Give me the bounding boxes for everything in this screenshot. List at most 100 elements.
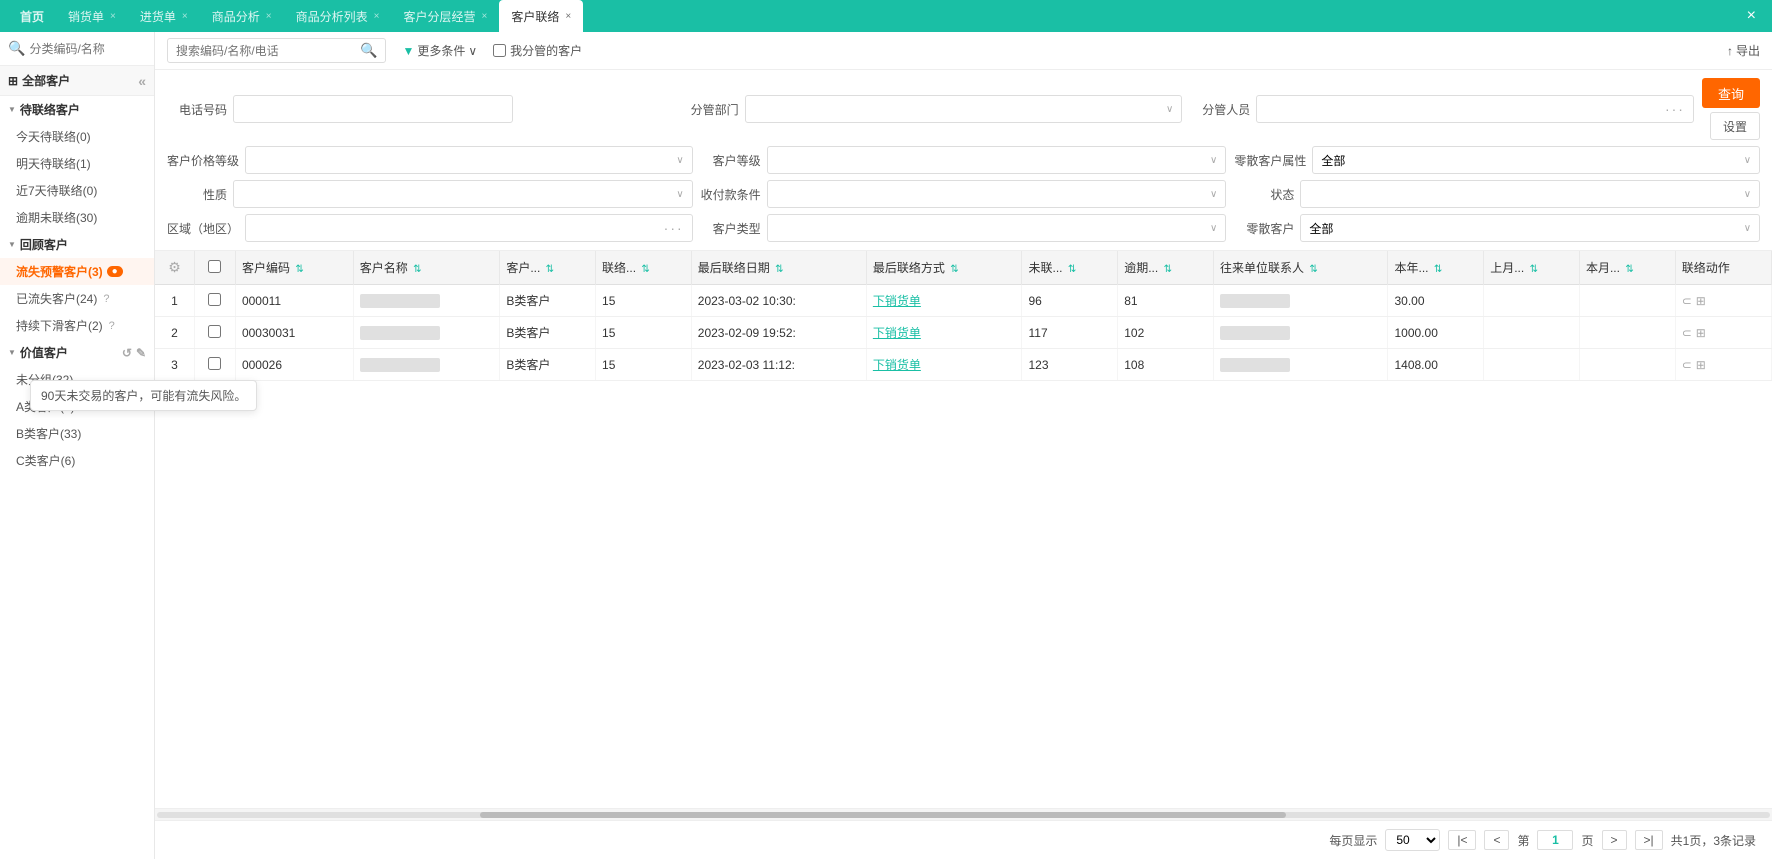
filter-status: 状态 ∨ <box>1234 180 1760 208</box>
filter-status-select[interactable]: ∨ <box>1300 180 1760 208</box>
row-actions[interactable]: ⊂⊞ <box>1675 285 1771 317</box>
col-name[interactable]: 客户名称 ⇅ <box>353 251 500 285</box>
search-input[interactable] <box>176 44 356 58</box>
sidebar-group-value[interactable]: ▼ 价值客户 ↺ ✎ <box>0 339 154 366</box>
col-last-contact-way[interactable]: 最后联络方式 ⇅ <box>866 251 1022 285</box>
refresh-icon[interactable]: ↺ <box>122 346 132 360</box>
filter-phone-input[interactable] <box>233 95 513 123</box>
sidebar-item-class-c[interactable]: C类客户(6) <box>0 447 154 474</box>
col-type[interactable]: 客户... ⇅ <box>500 251 596 285</box>
sidebar-item-churned[interactable]: 已流失客户(24) ? <box>0 285 154 312</box>
col-this-year[interactable]: 本年... ⇅ <box>1388 251 1484 285</box>
sidebar-item-tomorrow[interactable]: 明天待联络(1) <box>0 150 154 177</box>
col-code[interactable]: 客户编码 ⇅ <box>235 251 353 285</box>
tab-product-analysis[interactable]: 商品分析 × <box>200 0 284 32</box>
sidebar-item-overdue[interactable]: 逾期未联络(30) <box>0 204 154 231</box>
row-last-contact-way[interactable]: 下销货单 <box>866 349 1022 381</box>
sidebar-group-pending[interactable]: ▼ 待联络客户 <box>0 96 154 123</box>
close-icon[interactable]: × <box>565 11 571 22</box>
menu-icon[interactable]: ⊞ <box>1696 358 1706 372</box>
col-last-month[interactable]: 上月... ⇅ <box>1484 251 1580 285</box>
collapse-icon[interactable]: « <box>138 73 146 89</box>
link-icon[interactable]: ⊂ <box>1682 358 1692 372</box>
more-filter-button[interactable]: ▼ 更多条件 ∨ <box>394 39 485 62</box>
sidebar-group-review[interactable]: ▼ 回顾客户 <box>0 231 154 258</box>
filter-customer-grade-select[interactable]: ∨ <box>767 146 1227 174</box>
row-actions[interactable]: ⊂⊞ <box>1675 317 1771 349</box>
filter-dept-select[interactable]: ∨ <box>745 95 1183 123</box>
gear-icon[interactable]: ⚙ <box>168 259 181 275</box>
filter-price-grade-select[interactable]: ∨ <box>245 146 693 174</box>
first-page-button[interactable]: |< <box>1448 830 1476 850</box>
more-icon[interactable]: ··· <box>1665 101 1685 117</box>
sidebar-item-churn-warning[interactable]: 流失预警客户(3) ● <box>0 258 154 285</box>
close-all-button[interactable]: × <box>1739 7 1764 25</box>
next-page-button[interactable]: > <box>1602 830 1627 850</box>
more-icon[interactable]: ··· <box>664 220 684 236</box>
sidebar-item-today[interactable]: 今天待联络(0) <box>0 123 154 150</box>
row-checkbox-input[interactable] <box>208 325 221 338</box>
export-button[interactable]: ↑ 导出 <box>1727 42 1760 59</box>
col-this-month[interactable]: 本月... ⇅ <box>1579 251 1675 285</box>
link-icon[interactable]: ⊂ <box>1682 294 1692 308</box>
tab-purchase[interactable]: 进货单 × <box>128 0 200 32</box>
edit-icon[interactable]: ✎ <box>136 346 146 360</box>
row-last-contact-way[interactable]: 下销货单 <box>866 285 1022 317</box>
tab-home[interactable]: 首页 <box>8 0 56 32</box>
last-page-button[interactable]: >| <box>1635 830 1663 850</box>
my-customers-checkbox-input[interactable] <box>493 44 506 57</box>
col-unit-contacts[interactable]: 往来单位联系人 ⇅ <box>1213 251 1388 285</box>
tab-product-analysis-list[interactable]: 商品分析列表 × <box>284 0 392 32</box>
scroll-thumb[interactable] <box>480 812 1287 818</box>
sidebar-search-input[interactable] <box>29 42 155 56</box>
sidebar-item-class-b[interactable]: B类客户(33) <box>0 420 154 447</box>
filter-retail-attr-select[interactable]: 全部 ∨ <box>1312 146 1760 174</box>
link-icon[interactable]: ⊂ <box>1682 326 1692 340</box>
horizontal-scrollbar[interactable] <box>155 808 1772 820</box>
row-checkbox[interactable] <box>194 349 235 381</box>
close-icon[interactable]: × <box>374 11 380 22</box>
col-not-contacted[interactable]: 未联... ⇅ <box>1022 251 1118 285</box>
close-icon[interactable]: × <box>182 11 188 22</box>
row-checkbox[interactable] <box>194 285 235 317</box>
menu-icon[interactable]: ⊞ <box>1696 326 1706 340</box>
sidebar-item-declining[interactable]: 持续下滑客户(2) ? <box>0 312 154 339</box>
close-icon[interactable]: × <box>110 11 116 22</box>
filter-customer-type-select[interactable]: ∨ <box>767 214 1227 242</box>
contact-way-link[interactable]: 下销货单 <box>873 358 921 372</box>
col-contact[interactable]: 联络... ⇅ <box>596 251 692 285</box>
query-button[interactable]: 查询 <box>1702 78 1760 108</box>
contact-way-link[interactable]: 下销货单 <box>873 326 921 340</box>
prev-page-button[interactable]: < <box>1484 830 1509 850</box>
row-checkbox-input[interactable] <box>208 293 221 306</box>
close-icon[interactable]: × <box>266 11 272 22</box>
filter-manager-select[interactable]: ··· <box>1256 95 1694 123</box>
settings-button[interactable]: 设置 <box>1710 112 1760 140</box>
tab-customer-contact[interactable]: 客户联络 × <box>499 0 583 32</box>
menu-icon[interactable]: ⊞ <box>1696 294 1706 308</box>
filter-payment-select[interactable]: ∨ <box>767 180 1227 208</box>
row-last-contact-way[interactable]: 下销货单 <box>866 317 1022 349</box>
page-number-input[interactable] <box>1537 830 1573 850</box>
sidebar-search-bar[interactable]: 🔍 <box>0 32 154 66</box>
filter-retail-select[interactable]: 全部 ∨ <box>1300 214 1760 242</box>
filter-nature-select[interactable]: ∨ <box>233 180 693 208</box>
row-actions[interactable]: ⊂⊞ <box>1675 349 1771 381</box>
my-customers-checkbox[interactable]: 我分管的客户 <box>493 42 582 59</box>
search-icon[interactable]: 🔍 <box>360 42 377 59</box>
per-page-select[interactable]: 50 100 200 <box>1385 829 1440 851</box>
select-all-checkbox[interactable] <box>208 260 221 273</box>
sidebar-item-7days[interactable]: 近7天待联络(0) <box>0 177 154 204</box>
filter-region-select[interactable]: ··· <box>245 214 693 242</box>
col-last-contact-date[interactable]: 最后联络日期 ⇅ <box>691 251 866 285</box>
row-checkbox[interactable] <box>194 317 235 349</box>
row-checkbox-input[interactable] <box>208 357 221 370</box>
col-checkbox[interactable] <box>194 251 235 285</box>
all-customers-header[interactable]: ⊞ 全部客户 « <box>0 66 154 96</box>
tab-sales[interactable]: 销货单 × <box>56 0 128 32</box>
col-overdue[interactable]: 逾期... ⇅ <box>1118 251 1214 285</box>
close-icon[interactable]: × <box>481 11 487 22</box>
contact-way-link[interactable]: 下销货单 <box>873 294 921 308</box>
tab-customer-layer[interactable]: 客户分层经营 × <box>391 0 499 32</box>
search-bar[interactable]: 🔍 <box>167 38 386 63</box>
